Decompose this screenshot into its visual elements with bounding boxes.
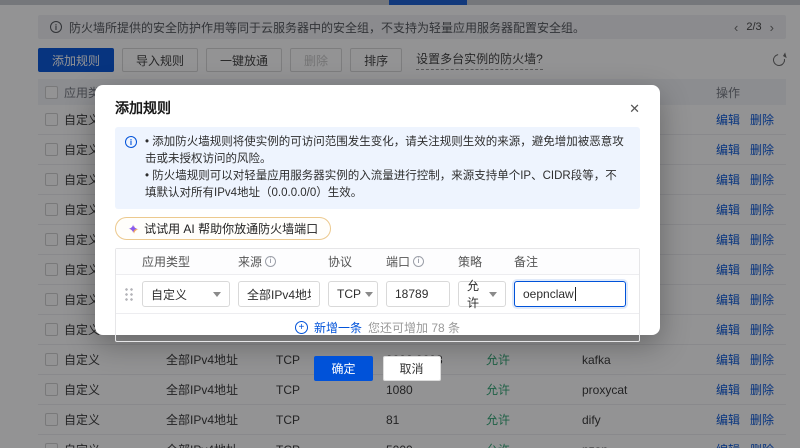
form-header-policy: 策略 bbox=[458, 253, 506, 270]
chevron-down-icon bbox=[213, 292, 221, 297]
add-rule-modal: 添加规则 ✕ 添加防火墙规则将使实例的可访问范围发生变化，请关注规则生效的来源，… bbox=[95, 85, 660, 335]
cancel-button[interactable]: 取消 bbox=[383, 356, 441, 381]
modal-title: 添加规则 bbox=[115, 98, 171, 118]
modal-footer: 确定 取消 bbox=[115, 356, 640, 381]
confirm-button[interactable]: 确定 bbox=[314, 356, 372, 381]
form-header-remark: 备注 bbox=[514, 253, 626, 270]
drag-handle[interactable] bbox=[124, 287, 134, 301]
form-header-source: 来源 bbox=[238, 253, 320, 270]
notice-lines: 添加防火墙规则将使实例的可访问范围发生变化，请关注规则生效的来源，避免增加被恶意… bbox=[145, 134, 628, 202]
notice-line: 添加防火墙规则将使实例的可访问范围发生变化，请关注规则生效的来源，避免增加被恶意… bbox=[145, 134, 628, 168]
sparkle-icon: ✦ bbox=[128, 223, 138, 235]
notice-info-icon bbox=[125, 136, 137, 148]
source-input[interactable] bbox=[238, 281, 320, 307]
ai-helper-label: 试试用 AI 帮助你放通防火墙端口 bbox=[144, 220, 318, 237]
remark-input[interactable]: oepnclaw bbox=[514, 281, 626, 307]
text-caret bbox=[575, 287, 576, 301]
port-input[interactable] bbox=[386, 281, 450, 307]
add-line-hint: 您还可增加 78 条 bbox=[368, 319, 460, 336]
add-line-link[interactable]: 新增一条 bbox=[314, 319, 362, 336]
ai-helper-button[interactable]: ✦ 试试用 AI 帮助你放通防火墙端口 bbox=[115, 217, 331, 240]
add-line-row: 新增一条 您还可增加 78 条 bbox=[116, 313, 639, 341]
modal-header: 添加规则 ✕ bbox=[115, 98, 640, 118]
form-header-protocol: 协议 bbox=[328, 253, 378, 270]
plus-circle-icon bbox=[295, 321, 308, 334]
protocol-select[interactable]: TCP bbox=[328, 281, 378, 307]
form-port-info-icon[interactable] bbox=[413, 256, 424, 267]
chevron-down-icon bbox=[489, 292, 497, 297]
firewall-page: 防火墙所提供的安全防护作用等同于云服务器中的安全组，不支持为轻量应用服务器配置安… bbox=[0, 0, 800, 448]
form-row: 自定义 TCP 允许 bbox=[116, 275, 639, 313]
form-header-port: 端口 bbox=[386, 253, 450, 270]
app-type-select[interactable]: 自定义 bbox=[142, 281, 230, 307]
modal-notice: 添加防火墙规则将使实例的可访问范围发生变化，请关注规则生效的来源，避免增加被恶意… bbox=[115, 127, 640, 209]
form-header-app-type: 应用类型 bbox=[142, 253, 230, 270]
rule-form: 应用类型 来源 协议 端口 策略 备注 bbox=[115, 248, 640, 342]
close-icon[interactable]: ✕ bbox=[629, 102, 640, 115]
chevron-down-icon bbox=[365, 292, 373, 297]
form-header: 应用类型 来源 协议 端口 策略 备注 bbox=[116, 249, 639, 275]
policy-select[interactable]: 允许 bbox=[458, 281, 506, 307]
form-source-info-icon[interactable] bbox=[265, 256, 276, 267]
notice-line: 防火墙规则可以对轻量应用服务器实例的入流量进行控制，来源支持单个IP、CIDR段… bbox=[145, 168, 628, 202]
